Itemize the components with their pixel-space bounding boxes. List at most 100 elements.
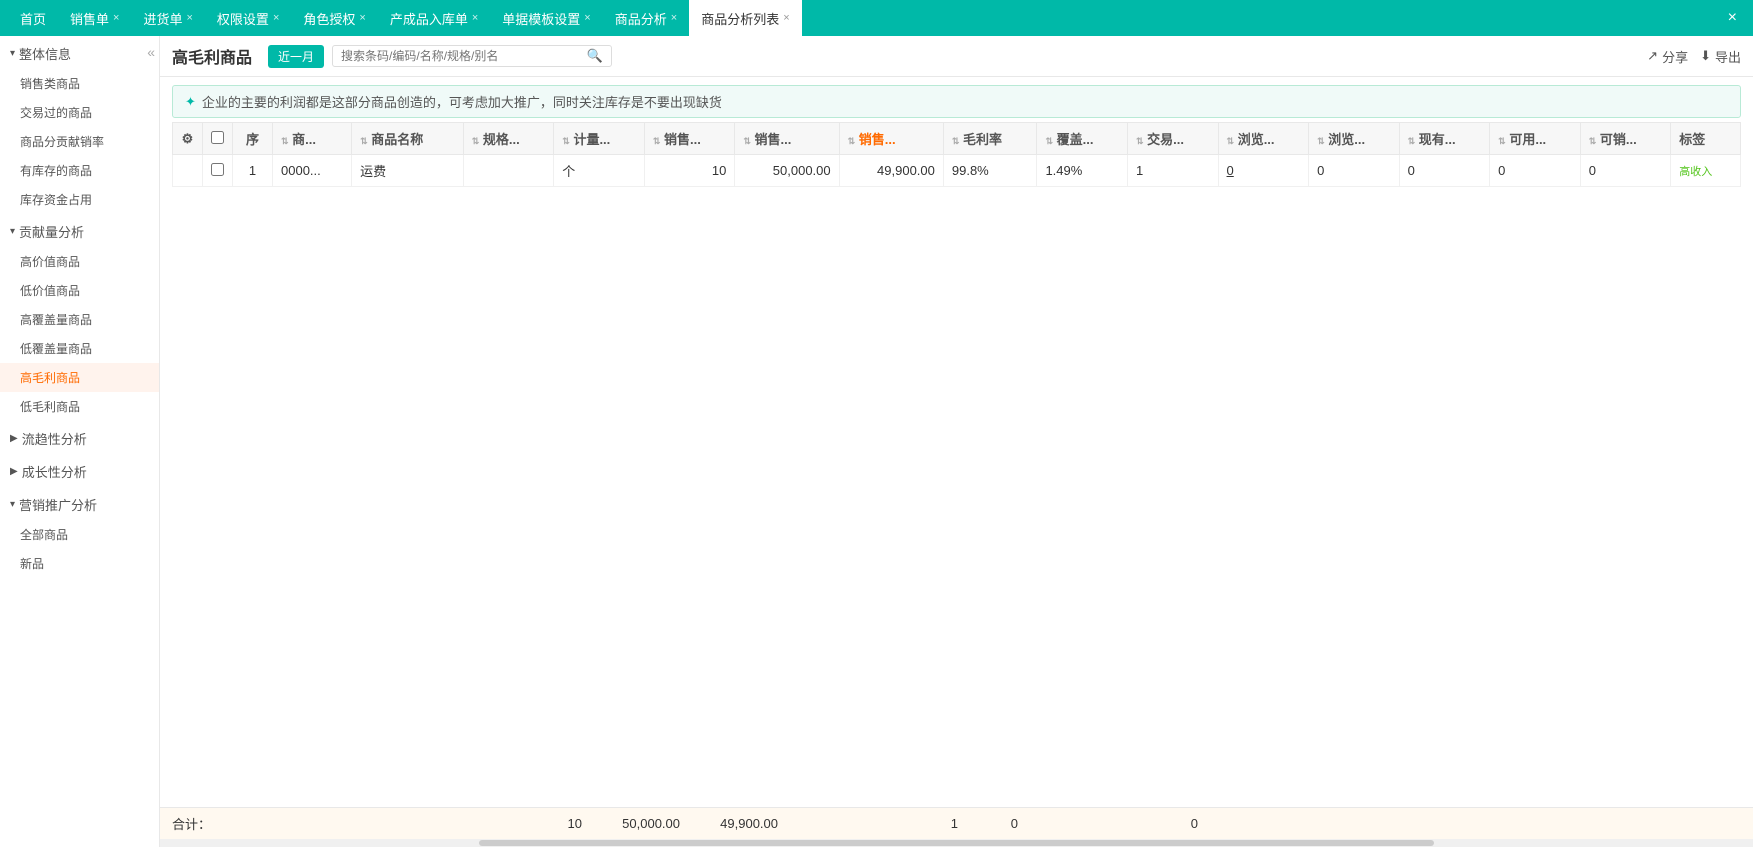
col-header-current-stock[interactable]: ⇅ 现有... — [1399, 123, 1490, 155]
row-sales-amount: 50,000.00 — [735, 155, 839, 187]
table-row: 1 0000... 运费 个 10 50,000.00 49,900.00 99… — [173, 155, 1741, 187]
arrow-icon-overall: ▾ — [10, 48, 15, 59]
row-settings[interactable] — [173, 155, 203, 187]
nav-item-product-analysis[interactable]: 商品分析 × — [603, 0, 689, 36]
sidebar-item-high-value[interactable]: 高价值商品 — [0, 247, 159, 276]
col-header-sales-qty[interactable]: ⇅ 销售... — [644, 123, 735, 155]
sidebar-item-high-coverage[interactable]: 高覆盖量商品 — [0, 305, 159, 334]
sidebar-item-low-coverage[interactable]: 低覆盖量商品 — [0, 334, 159, 363]
select-all-checkbox[interactable] — [211, 131, 224, 144]
export-icon: ⬇ — [1700, 48, 1711, 64]
footer-saleable: 0 — [1138, 816, 1198, 831]
footer-sales-profit: 49,900.00 — [688, 816, 778, 831]
sidebar-group-marketing[interactable]: ▾ 营销推广分析 — [0, 487, 159, 520]
sidebar-item-high-profit[interactable]: 高毛利商品 — [0, 363, 159, 392]
row-sales-profit: 49,900.00 — [839, 155, 943, 187]
nav-close-role[interactable]: × — [359, 12, 365, 24]
col-header-coverage[interactable]: ⇅ 覆盖... — [1037, 123, 1128, 155]
nav-close-product-analysis[interactable]: × — [671, 12, 677, 24]
nav-item-permission[interactable]: 权限设置 × — [205, 0, 291, 36]
sidebar-item-low-value[interactable]: 低价值商品 — [0, 276, 159, 305]
col-header-name[interactable]: ⇅ 商品名称 — [352, 123, 464, 155]
nav-item-purchase[interactable]: 进货单 × — [131, 0, 204, 36]
sidebar-item-traded-goods[interactable]: 交易过的商品 — [0, 98, 159, 127]
sidebar-group-growth[interactable]: ▶ 成长性分析 — [0, 454, 159, 487]
sidebar-item-low-profit[interactable]: 低毛利商品 — [0, 392, 159, 421]
main-area: « ▾ 整体信息 销售类商品 交易过的商品 商品分贡献销率 有库存的商品 库存资… — [0, 36, 1753, 847]
row-num: 1 — [233, 155, 273, 187]
sidebar-item-sales-goods[interactable]: 销售类商品 — [0, 69, 159, 98]
row-available: 0 — [1490, 155, 1581, 187]
col-header-sales-profit[interactable]: ⇅ 销售... — [839, 123, 943, 155]
row-browse2: 0 — [1309, 155, 1400, 187]
sidebar-item-stock-capital[interactable]: 库存资金占用 — [0, 185, 159, 214]
nav-item-template[interactable]: 单据模板设置 × — [490, 0, 602, 36]
arrow-icon-marketing: ▾ — [10, 499, 15, 510]
sidebar: « ▾ 整体信息 销售类商品 交易过的商品 商品分贡献销率 有库存的商品 库存资… — [0, 36, 160, 847]
window-close-button[interactable]: × — [1720, 9, 1745, 27]
col-header-settings[interactable]: ⚙ — [173, 123, 203, 155]
col-header-trade[interactable]: ⇅ 交易... — [1127, 123, 1218, 155]
data-table: ⚙ 序 ⇅ 商... ⇅ 商品名称 ⇅ 规格... ⇅ 计量... ⇅ 销售..… — [172, 122, 1741, 187]
footer-trade: 1 — [898, 816, 958, 831]
share-button[interactable]: ↗ 分享 — [1647, 47, 1688, 66]
sidebar-item-all-goods[interactable]: 全部商品 — [0, 520, 159, 549]
col-header-sales-amount[interactable]: ⇅ 销售... — [735, 123, 839, 155]
row-spec — [463, 155, 554, 187]
nav-item-sales[interactable]: 销售单 × — [58, 0, 131, 36]
col-header-num: 序 — [233, 123, 273, 155]
sidebar-group-trend[interactable]: ▶ 流趋性分析 — [0, 421, 159, 454]
nav-close-template[interactable]: × — [584, 12, 590, 24]
period-button[interactable]: 近一月 — [268, 45, 324, 68]
footer-totals: 合计： 10 50,000.00 49,900.00 1 0 0 — [160, 807, 1753, 839]
nav-close-purchase[interactable]: × — [186, 12, 192, 24]
col-header-saleable[interactable]: ⇅ 可销... — [1580, 123, 1671, 155]
col-header-tag: 标签 — [1671, 123, 1741, 155]
col-header-code[interactable]: ⇅ 商... — [273, 123, 352, 155]
col-header-gross-rate[interactable]: ⇅ 毛利率 — [943, 123, 1037, 155]
arrow-icon-growth: ▶ — [10, 466, 18, 477]
nav-item-home[interactable]: 首页 — [8, 0, 58, 36]
row-code: 0000... — [273, 155, 352, 187]
sidebar-item-in-stock[interactable]: 有库存的商品 — [0, 156, 159, 185]
col-header-available[interactable]: ⇅ 可用... — [1490, 123, 1581, 155]
search-icon[interactable]: 🔍 — [587, 48, 603, 64]
nav-close-product-analysis-list[interactable]: × — [783, 12, 789, 24]
sidebar-group-overall[interactable]: ▾ 整体信息 — [0, 36, 159, 69]
footer-sales-qty: 10 — [532, 816, 582, 831]
content-header: 高毛利商品 近一月 🔍 ↗ 分享 ⬇ 导出 — [160, 36, 1753, 77]
sidebar-group-contribution[interactable]: ▾ 贡献量分析 — [0, 214, 159, 247]
row-coverage: 1.49% — [1037, 155, 1128, 187]
search-box: 🔍 — [332, 45, 612, 67]
col-header-browse1[interactable]: ⇅ 浏览... — [1218, 123, 1309, 155]
scrollbar-thumb[interactable] — [479, 840, 1435, 846]
row-tag: 高收入 — [1671, 155, 1741, 187]
arrow-icon-trend: ▶ — [10, 433, 18, 444]
sidebar-item-new-goods[interactable]: 新品 — [0, 549, 159, 578]
info-banner: ✦ 企业的主要的利润都是这部分商品创造的，可考虑加大推广，同时关注库存是不要出现… — [172, 85, 1741, 118]
col-header-browse2[interactable]: ⇅ 浏览... — [1309, 123, 1400, 155]
horizontal-scrollbar[interactable] — [160, 839, 1753, 847]
export-button[interactable]: ⬇ 导出 — [1700, 47, 1741, 66]
sidebar-item-contribution-rate[interactable]: 商品分贡献销率 — [0, 127, 159, 156]
sidebar-collapse-button[interactable]: « — [147, 44, 155, 60]
nav-close-permission[interactable]: × — [273, 12, 279, 24]
nav-bar: 首页 销售单 × 进货单 × 权限设置 × 角色授权 × 产成品入库单 × 单据… — [0, 0, 1753, 36]
row-browse1[interactable]: 0 — [1218, 155, 1309, 187]
footer-sales-amount: 50,000.00 — [590, 816, 680, 831]
arrow-icon-contribution: ▾ — [10, 226, 15, 237]
nav-item-product-analysis-list[interactable]: 商品分析列表 × — [689, 0, 801, 36]
col-header-unit[interactable]: ⇅ 计量... — [554, 123, 645, 155]
row-sales-qty: 10 — [644, 155, 735, 187]
row-check[interactable] — [203, 155, 233, 187]
nav-close-product-inbound[interactable]: × — [472, 12, 478, 24]
nav-item-product-inbound[interactable]: 产成品入库单 × — [378, 0, 490, 36]
row-name: 运费 — [352, 155, 464, 187]
row-unit: 个 — [554, 155, 645, 187]
col-header-spec[interactable]: ⇅ 规格... — [463, 123, 554, 155]
nav-item-role[interactable]: 角色授权 × — [291, 0, 377, 36]
col-header-check[interactable] — [203, 123, 233, 155]
nav-close-sales[interactable]: × — [113, 12, 119, 24]
search-input[interactable] — [341, 49, 587, 63]
footer-browse2: 0 — [958, 816, 1018, 831]
